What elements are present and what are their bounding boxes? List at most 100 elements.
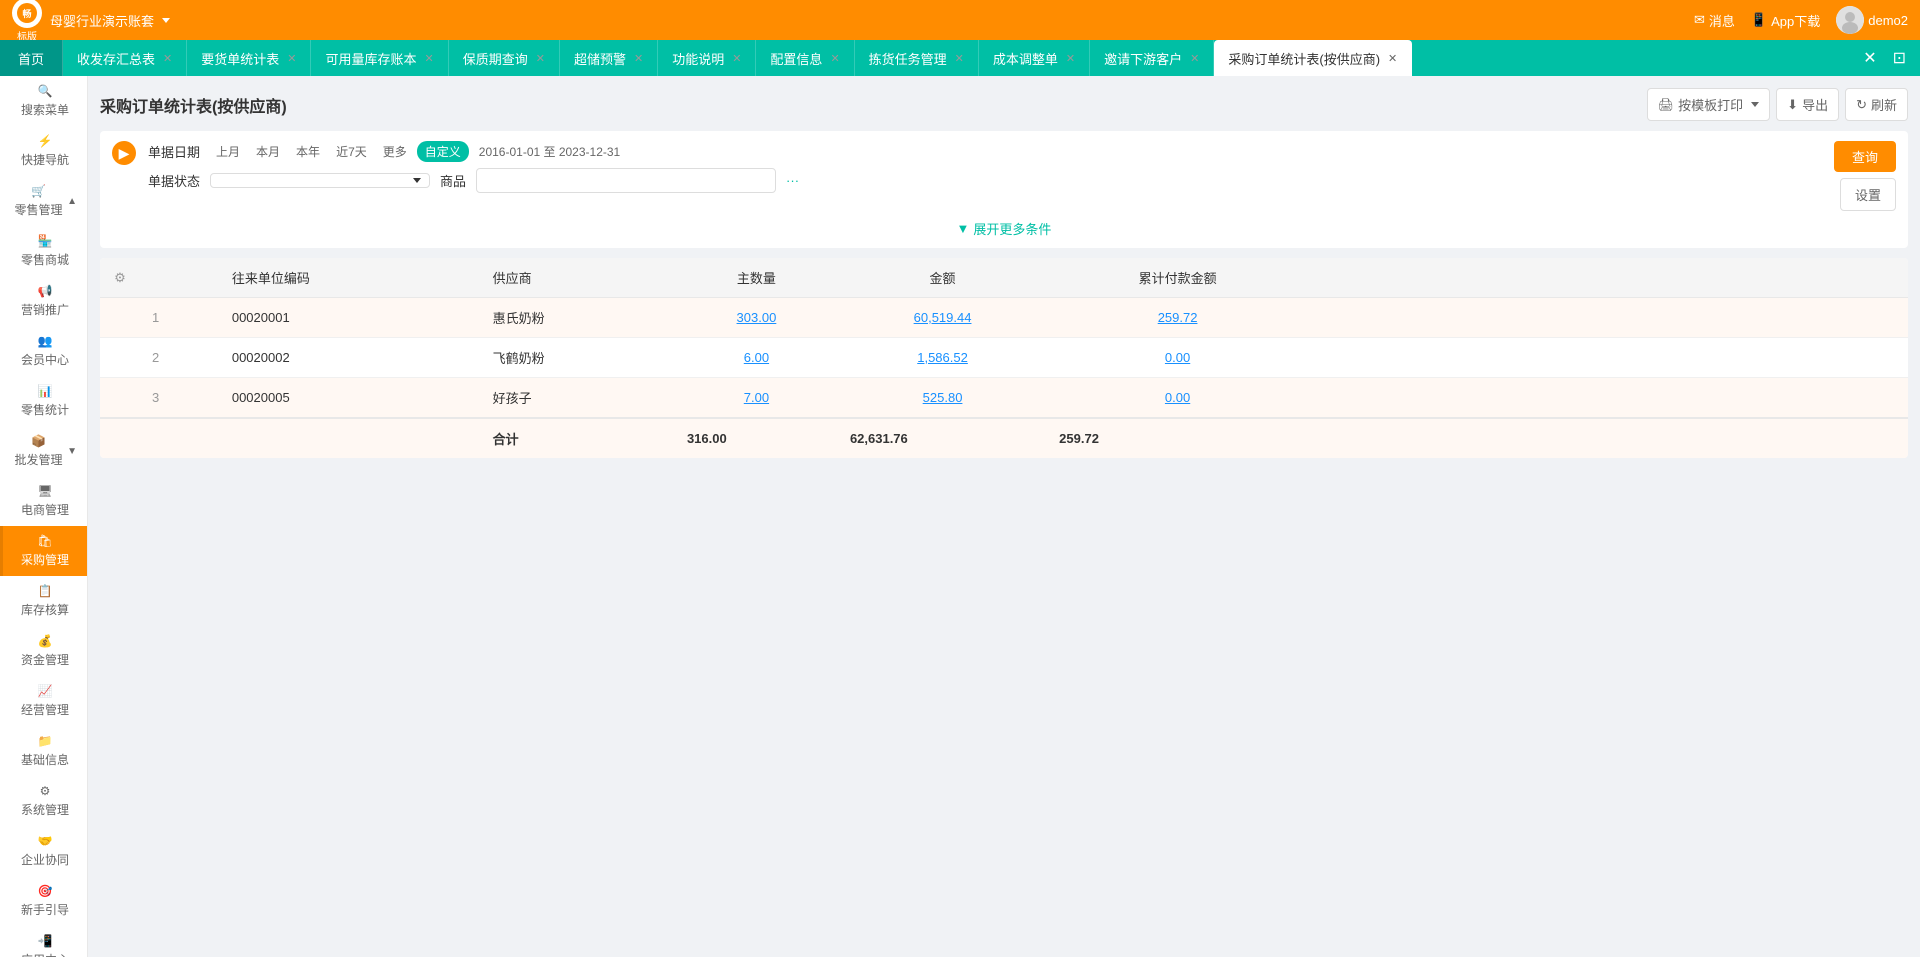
workspace-select[interactable]: 母婴行业演示账套 xyxy=(50,11,170,30)
sidebar-item-lingshou[interactable]: 🛒 零售管理 ▲ xyxy=(0,176,87,226)
sidebar-item-zijin[interactable]: 💰 资金管理 xyxy=(0,626,87,676)
filter-area: ▶ 单据日期 上月 本月 本年 近7天 更多 自定义 xyxy=(100,131,1908,248)
sidebar-item-dianshang[interactable]: 🖥 电商管理 xyxy=(0,476,87,526)
date-btn-7days[interactable]: 近7天 xyxy=(330,141,373,162)
nav-maximize-btn[interactable]: ⊡ xyxy=(1887,46,1912,70)
sidebar-item-yingxiao[interactable]: 📢 营销推广 xyxy=(0,276,87,326)
sidebar-item-kuaijie[interactable]: ⚡ 快捷导航 xyxy=(0,126,87,176)
tab-yaoqing[interactable]: 邀请下游客户 ✕ xyxy=(1090,40,1214,76)
td-amount[interactable]: 525.80 xyxy=(838,378,1047,419)
td-amount[interactable]: 1,586.52 xyxy=(838,338,1047,378)
tab-shoufahuizongtable[interactable]: 收发存汇总表 ✕ xyxy=(63,40,187,76)
footer-label: 合计 xyxy=(481,418,675,458)
tab-yaohuo[interactable]: 要货单统计表 ✕ xyxy=(187,40,311,76)
query-button[interactable]: 查询 xyxy=(1834,141,1896,172)
sidebar-item-huiyuan[interactable]: 👥 会员中心 xyxy=(0,326,87,376)
tab-paihuo[interactable]: 拣货任务管理 ✕ xyxy=(855,40,979,76)
tab-home-label: 首页 xyxy=(18,49,44,68)
sidebar-item-kucun[interactable]: 📋 库存核算 xyxy=(0,576,87,626)
purchase-icon: 🛍 xyxy=(37,534,52,548)
sidebar-item-pifa[interactable]: 📦 批发管理 ▼ xyxy=(0,426,87,476)
sidebar-item-jichu[interactable]: 📁 基础信息 xyxy=(0,726,87,776)
tab-keyongliang[interactable]: 可用量库存账本 ✕ xyxy=(311,40,448,76)
sidebar-item-lingtongji[interactable]: 📊 零售统计 xyxy=(0,376,87,426)
sidebar-item-label: 营销推广 xyxy=(21,301,69,318)
td-qty[interactable]: 303.00 xyxy=(675,298,838,338)
expand-label: 展开更多条件 xyxy=(973,219,1051,238)
tab-close-icon[interactable]: ✕ xyxy=(536,52,545,65)
th-extra xyxy=(1308,258,1908,298)
tab-caigou-active[interactable]: 采购订单统计表(按供应商) ✕ xyxy=(1214,40,1412,76)
td-supplier: 惠氏奶粉 xyxy=(481,298,675,338)
td-qty[interactable]: 7.00 xyxy=(675,378,838,419)
date-btn-more[interactable]: 更多 xyxy=(377,141,413,162)
refresh-button[interactable]: ↻ 刷新 xyxy=(1845,88,1908,121)
btn-refresh-label: 刷新 xyxy=(1871,95,1897,114)
goods-input[interactable] xyxy=(476,168,776,193)
sidebar-item-jingying[interactable]: 📈 经营管理 xyxy=(0,676,87,726)
sidebar-item-label: 基础信息 xyxy=(21,751,69,768)
td-qty[interactable]: 6.00 xyxy=(675,338,838,378)
tab-close-icon[interactable]: ✕ xyxy=(287,52,296,65)
message-label: 消息 xyxy=(1709,11,1735,30)
th-paid-amount: 累计付款金额 xyxy=(1047,258,1308,298)
column-settings-icon[interactable]: ⚙ xyxy=(114,270,126,285)
ecommerce-icon: 🖥 xyxy=(37,484,52,498)
management-icon: 📈 xyxy=(38,684,53,698)
status-select[interactable] xyxy=(210,173,430,188)
tab-close-icon[interactable]: ✕ xyxy=(830,52,839,65)
footer-extra xyxy=(1308,418,1908,458)
sidebar-item-xinshou[interactable]: 🎯 新手引导 xyxy=(0,876,87,926)
sidebar-item-label: 零售商城 xyxy=(21,251,69,268)
sidebar-item-caigou[interactable]: 🛍 采购管理 xyxy=(0,526,87,576)
td-paid[interactable]: 259.72 xyxy=(1047,298,1308,338)
tab-chengben[interactable]: 成本调整单 ✕ xyxy=(979,40,1090,76)
user-menu[interactable]: demo2 xyxy=(1836,6,1908,34)
app-download-btn[interactable]: 📱 App下载 xyxy=(1751,11,1820,30)
goods-more-btn[interactable]: ··· xyxy=(786,173,799,188)
date-btn-this-year[interactable]: 本年 xyxy=(290,141,326,162)
tab-label: 超储预警 xyxy=(574,49,626,68)
sidebar-item-label: 经营管理 xyxy=(21,701,69,718)
sidebar-item-lingshangcheng[interactable]: 🏪 零售商城 xyxy=(0,226,87,276)
message-btn[interactable]: ✉ 消息 xyxy=(1694,11,1735,30)
settings-button[interactable]: 设置 xyxy=(1840,178,1896,211)
td-extra xyxy=(1308,298,1908,338)
sidebar-item-label: 企业协同 xyxy=(21,851,69,868)
date-btn-this-month[interactable]: 本月 xyxy=(250,141,286,162)
tab-close-icon[interactable]: ✕ xyxy=(1388,52,1397,65)
tab-label: 收发存汇总表 xyxy=(77,49,155,68)
sidebar-item-yingyong[interactable]: 📲 应用中心 xyxy=(0,926,87,957)
tab-peizhi[interactable]: 配置信息 ✕ xyxy=(756,40,854,76)
filter-toggle-button[interactable]: ▶ xyxy=(112,141,136,165)
footer-qty: 316.00 xyxy=(675,418,838,458)
td-paid[interactable]: 0.00 xyxy=(1047,338,1308,378)
tab-close-icon[interactable]: ✕ xyxy=(163,52,172,65)
tab-home[interactable]: 首页 xyxy=(0,40,63,76)
tab-chaocuyujing[interactable]: 超储预警 ✕ xyxy=(560,40,658,76)
tab-close-icon[interactable]: ✕ xyxy=(425,52,434,65)
date-custom-badge[interactable]: 自定义 xyxy=(417,141,469,162)
nav-close-btn[interactable]: ✕ xyxy=(1857,46,1882,70)
filter-col: 单据日期 上月 本月 本年 近7天 更多 自定义 2016-01-01 至 20… xyxy=(148,141,1822,193)
tab-gongneng[interactable]: 功能说明 ✕ xyxy=(658,40,756,76)
workspace-dropdown-icon xyxy=(162,18,170,23)
expand-more-button[interactable]: ▼ 展开更多条件 xyxy=(957,219,1052,238)
sidebar-item-qiye[interactable]: 🤝 企业协同 xyxy=(0,826,87,876)
sidebar-item-sousuo[interactable]: 🔍 搜索菜单 xyxy=(0,76,87,126)
date-btn-last-month[interactable]: 上月 xyxy=(210,141,246,162)
td-amount[interactable]: 60,519.44 xyxy=(838,298,1047,338)
template-print-button[interactable]: 🖨 按模板打印 xyxy=(1647,88,1771,121)
tab-close-icon[interactable]: ✕ xyxy=(732,52,741,65)
tab-baozhiqi[interactable]: 保质期查询 ✕ xyxy=(449,40,560,76)
export-button[interactable]: ⬇ 导出 xyxy=(1776,88,1839,121)
td-paid[interactable]: 0.00 xyxy=(1047,378,1308,419)
svg-text:畅: 畅 xyxy=(22,8,31,19)
footer-settings xyxy=(100,418,140,458)
tab-close-icon[interactable]: ✕ xyxy=(1066,52,1075,65)
tab-close-icon[interactable]: ✕ xyxy=(955,52,964,65)
tab-close-icon[interactable]: ✕ xyxy=(1190,52,1199,65)
sidebar-item-xitong[interactable]: ⚙ 系统管理 xyxy=(0,776,87,826)
tab-close-icon[interactable]: ✕ xyxy=(634,52,643,65)
th-amount: 金额 xyxy=(838,258,1047,298)
